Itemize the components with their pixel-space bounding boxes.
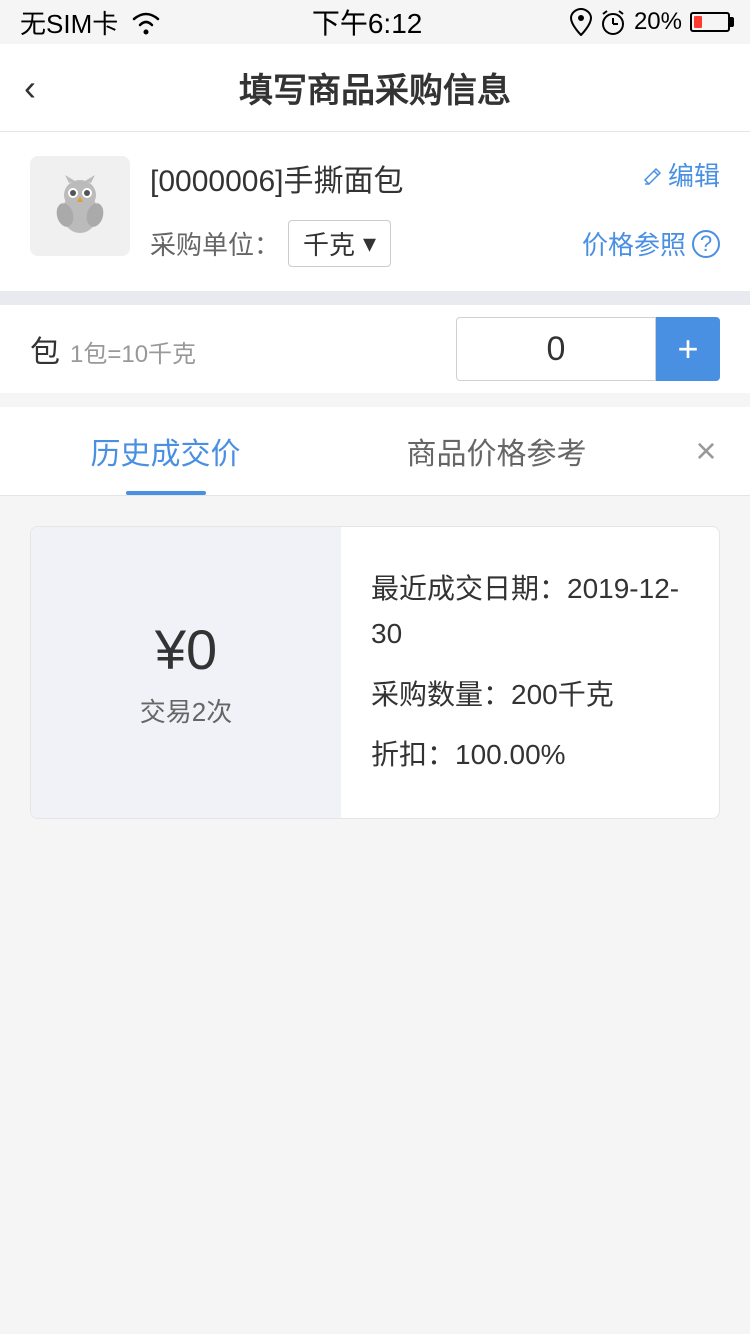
section-divider (0, 291, 750, 305)
battery-icon (690, 12, 730, 32)
date-label: 最近成交日期： (371, 573, 567, 604)
quantity-label-area: 包 1包=10千克 (30, 327, 456, 371)
price-ref-button[interactable]: 价格参照 ? (582, 225, 720, 262)
edit-button[interactable]: 编辑 (642, 156, 720, 193)
content-area: ¥0 交易2次 最近成交日期：2019-12-30 采购数量：200千克 折扣：… (0, 496, 750, 1096)
edit-icon (642, 164, 664, 186)
product-header: [0000006]手撕面包 编辑 (150, 156, 720, 200)
unit-dropdown[interactable]: 千克 ▾ (288, 220, 391, 267)
product-card: [0000006]手撕面包 编辑 采购单位： 千克 ▾ 价格参照 ? (0, 132, 750, 291)
quantity-plus-button[interactable]: + (656, 317, 720, 381)
price-detail-qty: 采购数量：200千克 (371, 673, 689, 718)
price-history-card: ¥0 交易2次 最近成交日期：2019-12-30 采购数量：200千克 折扣：… (30, 526, 720, 819)
dropdown-arrow-icon: ▾ (363, 228, 376, 259)
carrier-text: 无SIM卡 (20, 4, 118, 41)
qty-label: 采购数量： (371, 679, 511, 710)
product-name: [0000006]手撕面包 (150, 156, 403, 200)
quantity-input-area: 0 + (456, 317, 720, 381)
price-detail-date: 最近成交日期：2019-12-30 (371, 567, 689, 657)
page-title: 填写商品采购信息 (239, 63, 511, 112)
price-detail-discount: 折扣：100.00% (371, 733, 689, 778)
tab-close-button[interactable]: × (662, 407, 750, 495)
product-image (30, 156, 130, 256)
status-time: 下午6:12 (312, 2, 423, 42)
unit-bao-label: 包 (30, 327, 60, 371)
back-button[interactable]: ‹ (24, 67, 36, 109)
qty-value: 200千克 (511, 679, 614, 710)
tab-history-price[interactable]: 历史成交价 (0, 407, 331, 495)
tab-price-ref[interactable]: 商品价格参考 (331, 407, 662, 495)
price-details-right: 最近成交日期：2019-12-30 采购数量：200千克 折扣：100.00% (341, 527, 719, 818)
status-right: 20% (570, 8, 730, 36)
price-summary-left: ¥0 交易2次 (31, 527, 341, 818)
price-times: 交易2次 (140, 692, 232, 729)
alarm-icon (600, 8, 626, 36)
tabs-bar: 历史成交价 商品价格参考 × (0, 407, 750, 496)
status-bar: 无SIM卡 下午6:12 20% (0, 0, 750, 44)
product-thumbnail (45, 171, 115, 241)
discount-value: 100.00% (455, 739, 566, 770)
unit-value: 千克 (303, 225, 355, 262)
unit-label: 采购单位： (150, 225, 280, 262)
discount-label: 折扣： (371, 739, 455, 770)
help-icon: ? (692, 230, 720, 258)
wifi-icon (128, 9, 164, 35)
unit-ratio-label: 1包=10千克 (70, 334, 196, 369)
location-icon (570, 8, 592, 36)
product-details: [0000006]手撕面包 编辑 采购单位： 千克 ▾ 价格参照 ? (150, 156, 720, 267)
product-unit-row: 采购单位： 千克 ▾ 价格参照 ? (150, 220, 720, 267)
quantity-input[interactable]: 0 (456, 317, 656, 381)
battery-percent: 20% (634, 8, 682, 36)
nav-bar: ‹ 填写商品采购信息 (0, 44, 750, 132)
quantity-row: 包 1包=10千克 0 + (0, 305, 750, 393)
price-ref-label: 价格参照 (582, 225, 686, 262)
status-left: 无SIM卡 (20, 4, 164, 41)
price-amount: ¥0 (155, 617, 217, 682)
tab-active-indicator (126, 491, 206, 495)
